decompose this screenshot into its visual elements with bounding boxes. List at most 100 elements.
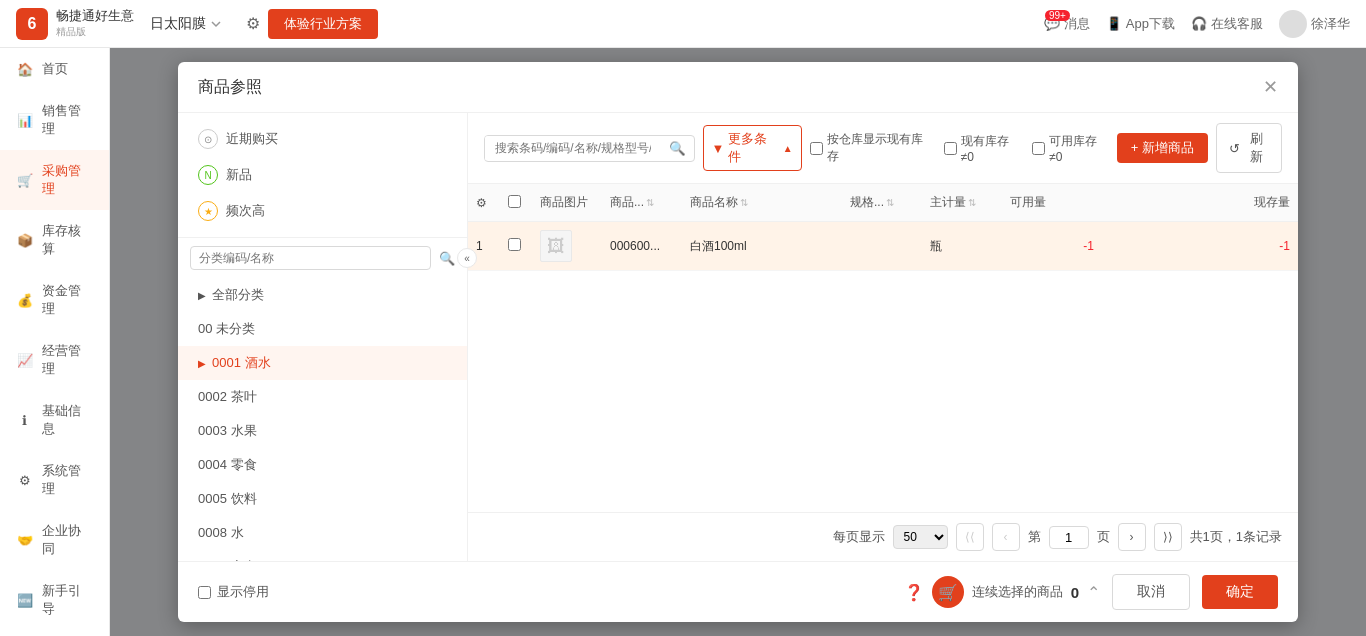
page-next-btn[interactable]: › xyxy=(1118,523,1146,551)
sidebar-item-info[interactable]: ℹ 基础信息 xyxy=(0,390,109,450)
messages-btn[interactable]: 💬 99+ 消息 xyxy=(1044,15,1090,33)
category-0004[interactable]: 0004 零食 xyxy=(178,448,467,482)
dialog-close-btn[interactable]: ✕ xyxy=(1263,76,1278,98)
show-disabled-toggle[interactable]: 显示停用 xyxy=(198,583,269,601)
th-code[interactable]: 商品... ⇅ xyxy=(602,184,682,222)
category-search: 🔍 xyxy=(178,238,467,278)
sidebar-item-app[interactable]: 📲 应用中心 xyxy=(0,630,109,636)
filter-more-btn[interactable]: ▼ 更多条件 ▲ xyxy=(703,125,802,171)
sidebar-item-guide[interactable]: 🆕 新手引导 xyxy=(0,570,109,630)
info-icon: ℹ xyxy=(16,411,34,429)
td-unit: 瓶 xyxy=(922,222,1002,271)
checkbox-available-ne0[interactable]: 可用库存≠0 xyxy=(1032,133,1108,164)
right-panel: 🔍 ▼ 更多条件 ▲ 按仓库显示现有库存 xyxy=(468,113,1298,561)
sidebar-item-system[interactable]: ⚙ 系统管理 xyxy=(0,450,109,510)
refresh-btn[interactable]: ↺ 刷新 xyxy=(1216,123,1282,173)
category-0010[interactable]: 0010 家电 xyxy=(178,550,467,561)
td-available: -1 xyxy=(1002,222,1102,271)
sort-name-icon: ⇅ xyxy=(740,197,748,208)
refresh-icon: ↺ xyxy=(1229,141,1240,156)
th-spec[interactable]: 规格... ⇅ xyxy=(842,184,922,222)
nav-right: 💬 99+ 消息 📱 App下载 🎧 在线客服 徐泽华 xyxy=(1044,10,1350,38)
category-0003[interactable]: 0003 水果 xyxy=(178,414,467,448)
category-list: ▶ 全部分类 00 未分类 ▶ 0001 酒水 0002 茶叶 xyxy=(178,278,467,561)
purchase-icon: 🛒 xyxy=(16,171,34,189)
phone-icon: 📱 xyxy=(1106,16,1122,31)
category-00[interactable]: 00 未分类 xyxy=(178,312,467,346)
settings-icon[interactable]: ⚙ xyxy=(238,14,268,33)
sidebar-item-manage[interactable]: 📈 经营管理 xyxy=(0,330,109,390)
th-unit[interactable]: 主计量 ⇅ xyxy=(922,184,1002,222)
sidebar-item-purchase[interactable]: 🛒 采购管理 xyxy=(0,150,109,210)
arrow-icon: ▶ xyxy=(198,290,206,301)
page-number-input[interactable] xyxy=(1049,526,1089,549)
sort-spec-icon: ⇅ xyxy=(886,197,894,208)
sort-code-icon: ⇅ xyxy=(646,197,654,208)
nav-dropdown[interactable]: 日太阳膜 xyxy=(134,15,238,33)
dialog-header: 商品参照 ✕ xyxy=(178,62,1298,113)
nav-new[interactable]: N 新品 xyxy=(178,157,467,193)
checkbox-warehouse[interactable]: 按仓库显示现有库存 xyxy=(810,131,932,165)
th-available: 可用量 xyxy=(1002,184,1102,222)
category-0008[interactable]: 0008 水 xyxy=(178,516,467,550)
chevron-up-icon: ▲ xyxy=(783,143,793,154)
nav-recent[interactable]: ⊙ 近期购买 xyxy=(178,121,467,157)
help-icon[interactable]: ❓ xyxy=(904,583,924,602)
brand-name: 畅捷通好生意 xyxy=(56,8,134,25)
footer-cart: ❓ 🛒 连续选择的商品 0 ⌃ xyxy=(904,576,1100,608)
sidebar-item-collab[interactable]: 🤝 企业协同 xyxy=(0,510,109,570)
manage-icon: 📈 xyxy=(16,351,34,369)
sidebar-item-stock[interactable]: 📦 库存核算 xyxy=(0,210,109,270)
collapse-left-btn[interactable]: « xyxy=(457,248,477,268)
page-first-btn[interactable]: ⟨⟨ xyxy=(956,523,984,551)
freq-icon: ★ xyxy=(198,201,218,221)
cancel-btn[interactable]: 取消 xyxy=(1112,574,1190,610)
show-disabled-checkbox[interactable] xyxy=(198,586,211,599)
page-size-select[interactable]: 50 10 20 100 xyxy=(893,525,948,549)
chevron-down-icon xyxy=(210,18,222,30)
select-all-checkbox[interactable] xyxy=(508,195,521,208)
sidebar: 🏠 首页 📊 销售管理 🛒 采购管理 📦 库存核算 💰 资金管理 📈 经营管理 … xyxy=(0,48,110,636)
arrow-active-icon: ▶ xyxy=(198,358,206,369)
pagination-bar: 每页显示 50 10 20 100 ⟨⟨ ‹ 第 页 › ⟩⟩ xyxy=(468,512,1298,561)
page-prev-btn[interactable]: ‹ xyxy=(992,523,1020,551)
page-last-btn[interactable]: ⟩⟩ xyxy=(1154,523,1182,551)
th-name[interactable]: 商品名称 ⇅ xyxy=(682,184,842,222)
product-search-btn[interactable]: 🔍 xyxy=(661,136,694,161)
brand-sub: 精品版 xyxy=(56,25,134,39)
collapse-cart-icon[interactable]: ⌃ xyxy=(1087,583,1100,602)
category-all[interactable]: ▶ 全部分类 xyxy=(178,278,467,312)
cart-icon[interactable]: 🛒 xyxy=(932,576,964,608)
product-search-input[interactable] xyxy=(485,136,661,160)
filter-checkboxes: 按仓库显示现有库存 现有库存≠0 可用库存≠0 xyxy=(810,131,1109,165)
category-0005[interactable]: 0005 饮料 xyxy=(178,482,467,516)
experience-btn[interactable]: 体验行业方案 xyxy=(268,9,378,39)
main-content: 商品参照 ✕ ⊙ 近期购买 N 新品 xyxy=(110,48,1366,636)
category-0001[interactable]: ▶ 0001 酒水 xyxy=(178,346,467,380)
service-btn[interactable]: 🎧 在线客服 xyxy=(1191,15,1263,33)
dialog-footer: 显示停用 ❓ 🛒 连续选择的商品 0 ⌃ 取消 确定 xyxy=(178,561,1298,622)
th-img: 商品图片 xyxy=(532,184,602,222)
category-0002[interactable]: 0002 茶叶 xyxy=(178,380,467,414)
checkbox-stock-ne0[interactable]: 现有库存≠0 xyxy=(944,133,1020,164)
user-avatar[interactable]: 徐泽华 xyxy=(1279,10,1350,38)
app-download-btn[interactable]: 📱 App下载 xyxy=(1106,15,1175,33)
category-search-icon[interactable]: 🔍 xyxy=(439,251,455,266)
dialog-overlay: 商品参照 ✕ ⊙ 近期购买 N 新品 xyxy=(110,48,1366,636)
sale-icon: 📊 xyxy=(16,111,34,129)
td-img: 🖼 xyxy=(532,222,602,271)
confirm-btn[interactable]: 确定 xyxy=(1202,575,1278,609)
add-product-btn[interactable]: + 新增商品 xyxy=(1117,133,1208,163)
category-search-input[interactable] xyxy=(190,246,431,270)
filter-icon: ▼ xyxy=(712,141,725,156)
sidebar-item-finance[interactable]: 💰 资金管理 xyxy=(0,270,109,330)
filter-bar: 🔍 ▼ 更多条件 ▲ 按仓库显示现有库存 xyxy=(468,113,1298,184)
nav-frequent[interactable]: ★ 频次高 xyxy=(178,193,467,229)
product-table: ⚙ 商品图片 商品... ⇅ xyxy=(468,184,1298,271)
sidebar-item-home[interactable]: 🏠 首页 xyxy=(0,48,109,90)
home-icon: 🏠 xyxy=(16,60,34,78)
sidebar-item-sales[interactable]: 📊 销售管理 xyxy=(0,90,109,150)
row-checkbox[interactable] xyxy=(508,238,521,251)
table-row[interactable]: 1 🖼 000600... xyxy=(468,222,1298,271)
system-icon: ⚙ xyxy=(16,471,34,489)
